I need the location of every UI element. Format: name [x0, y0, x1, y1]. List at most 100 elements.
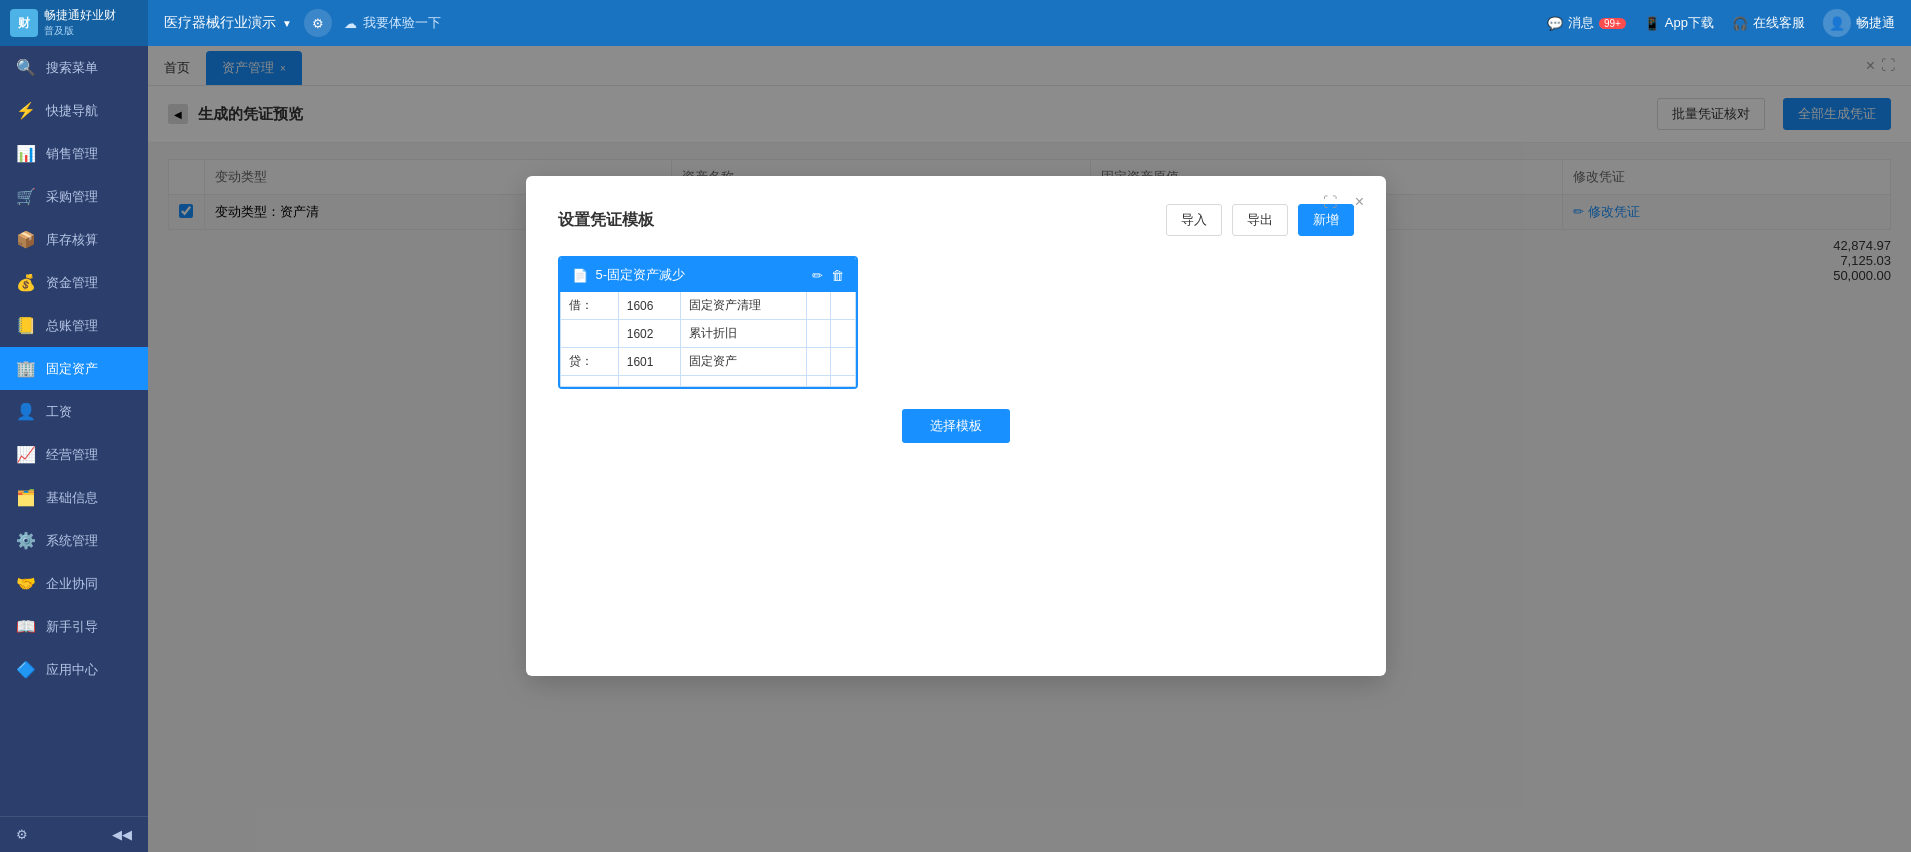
- import-button[interactable]: 导入: [1166, 204, 1222, 236]
- sidebar-item-guide[interactable]: 📖 新手引导: [0, 605, 148, 648]
- close-icon[interactable]: ×: [1348, 190, 1372, 214]
- sidebar-footer: ⚙ ◀◀: [0, 816, 148, 852]
- sidebar-label-inventory: 库存核算: [46, 231, 98, 249]
- user-icon: 👤: [16, 402, 36, 421]
- entry-code: [618, 376, 680, 387]
- export-button[interactable]: 导出: [1232, 204, 1288, 236]
- experience-label: 我要体验一下: [363, 14, 441, 32]
- money-icon: 💰: [16, 273, 36, 292]
- modal-set-template: 设置凭证模板 导入 导出 新增 ⛶ × 📄 5-固定资产减少 ✏ 🗑 借： 16…: [526, 176, 1386, 676]
- experience-button[interactable]: ☁ 我要体验一下: [344, 14, 441, 32]
- entry-credit: [831, 320, 855, 348]
- lightning-icon: ⚡: [16, 101, 36, 120]
- chevron-down-icon: ▼: [282, 18, 292, 29]
- headset-icon: 🎧: [1732, 16, 1748, 31]
- sidebar-label-payroll: 工资: [46, 403, 72, 421]
- entry-debit: [807, 348, 831, 376]
- edit-template-icon[interactable]: ✏: [812, 268, 823, 283]
- sidebar-label-finance: 资金管理: [46, 274, 98, 292]
- logo-sub: 普及版: [44, 24, 116, 38]
- template-card-title: 5-固定资产减少: [596, 266, 686, 284]
- entry-code: 1602: [618, 320, 680, 348]
- gear-icon: ⚙️: [16, 531, 36, 550]
- entry-credit: [831, 348, 855, 376]
- entry-type: [560, 320, 618, 348]
- sidebar-label-enterprise: 企业协同: [46, 575, 98, 593]
- sidebar-item-operations[interactable]: 📈 经营管理: [0, 433, 148, 476]
- modal-header: 设置凭证模板 导入 导出 新增: [558, 204, 1354, 236]
- entry-name: 固定资产清理: [680, 292, 806, 320]
- entry-debit: [807, 292, 831, 320]
- phone-icon: 📱: [1644, 16, 1660, 31]
- topbar-right: 💬 消息 99+ 📱 App下载 🎧 在线客服 👤 畅捷通: [1547, 9, 1911, 37]
- sidebar-item-ledger[interactable]: 📒 总账管理: [0, 304, 148, 347]
- online-service-button[interactable]: 🎧 在线客服: [1732, 14, 1805, 32]
- template-card-header-actions: ✏ 🗑: [812, 268, 844, 283]
- sidebar-item-purchase[interactable]: 🛒 采购管理: [0, 175, 148, 218]
- sidebar-item-payroll[interactable]: 👤 工资: [0, 390, 148, 433]
- avatar: 👤: [1823, 9, 1851, 37]
- chart-icon: 📊: [16, 144, 36, 163]
- message-button[interactable]: 💬 消息 99+: [1547, 14, 1626, 32]
- entry-code: 1606: [618, 292, 680, 320]
- entry-name: 累计折旧: [680, 320, 806, 348]
- sidebar-item-finance[interactable]: 💰 资金管理: [0, 261, 148, 304]
- message-badge: 99+: [1599, 18, 1626, 29]
- entry-debit: [807, 320, 831, 348]
- trending-icon: 📈: [16, 445, 36, 464]
- entry-debit: [807, 376, 831, 387]
- book-icon: 📒: [16, 316, 36, 335]
- logo-icon: 财: [10, 9, 38, 37]
- sidebar-item-system[interactable]: ⚙️ 系统管理: [0, 519, 148, 562]
- sidebar-label-quick-nav: 快捷导航: [46, 102, 98, 120]
- sidebar-item-quick-nav[interactable]: ⚡ 快捷导航: [0, 89, 148, 132]
- handshake-icon: 🤝: [16, 574, 36, 593]
- logo: 财 畅捷通好业财 普及版: [0, 0, 148, 46]
- sidebar-nav: 🔍 搜索菜单 ⚡ 快捷导航 📊 销售管理 🛒 采购管理 📦 库存核算 💰 资金管…: [0, 46, 148, 816]
- app-download-button[interactable]: 📱 App下载: [1644, 14, 1714, 32]
- sidebar-item-enterprise[interactable]: 🤝 企业协同: [0, 562, 148, 605]
- sidebar-label-fixed-assets: 固定资产: [46, 360, 98, 378]
- sidebar-label-ledger: 总账管理: [46, 317, 98, 335]
- message-label: 消息: [1568, 14, 1594, 32]
- template-entry-row-empty: [560, 376, 855, 387]
- sidebar-settings-icon[interactable]: ⚙: [16, 827, 28, 842]
- online-service-label: 在线客服: [1753, 14, 1805, 32]
- template-card: 📄 5-固定资产减少 ✏ 🗑 借： 1606 固定资产清理 1602: [558, 256, 858, 389]
- entry-credit: [831, 292, 855, 320]
- template-entries-table: 借： 1606 固定资产清理 1602 累计折旧 贷： 1601 固定资产: [560, 292, 856, 387]
- sidebar-collapse-icon[interactable]: ◀◀: [112, 827, 132, 842]
- entry-code: 1601: [618, 348, 680, 376]
- logo-name: 畅捷通好业财: [44, 8, 116, 24]
- sidebar-item-app-center[interactable]: 🔷 应用中心: [0, 648, 148, 691]
- company-name: 医疗器械行业演示: [164, 14, 276, 32]
- settings-icon[interactable]: ⚙: [304, 9, 332, 37]
- document-icon: 📄: [572, 268, 588, 283]
- sidebar-item-search[interactable]: 🔍 搜索菜单: [0, 46, 148, 89]
- sidebar-item-base-info[interactable]: 🗂️ 基础信息: [0, 476, 148, 519]
- entry-name: [680, 376, 806, 387]
- sidebar-item-sales[interactable]: 📊 销售管理: [0, 132, 148, 175]
- template-entry-row: 贷： 1601 固定资产: [560, 348, 855, 376]
- template-card-header: 📄 5-固定资产减少 ✏ 🗑: [560, 258, 856, 292]
- folder-icon: 🗂️: [16, 488, 36, 507]
- user-menu[interactable]: 👤 畅捷通: [1823, 9, 1895, 37]
- building-icon: 🏢: [16, 359, 36, 378]
- sidebar-item-inventory[interactable]: 📦 库存核算: [0, 218, 148, 261]
- company-selector[interactable]: 医疗器械行业演示 ▼: [164, 14, 292, 32]
- app-download-label: App下载: [1665, 14, 1714, 32]
- sidebar-label-base-info: 基础信息: [46, 489, 98, 507]
- sidebar-label-app-center: 应用中心: [46, 661, 98, 679]
- sidebar-label-system: 系统管理: [46, 532, 98, 550]
- maximize-icon[interactable]: ⛶: [1318, 190, 1342, 214]
- delete-template-icon[interactable]: 🗑: [831, 268, 844, 283]
- select-template-button[interactable]: 选择模板: [902, 409, 1010, 443]
- cart-icon: 🛒: [16, 187, 36, 206]
- cloud-icon: ☁: [344, 16, 357, 31]
- sidebar-item-fixed-assets[interactable]: 🏢 固定资产: [0, 347, 148, 390]
- entry-type: 贷：: [560, 348, 618, 376]
- entry-name: 固定资产: [680, 348, 806, 376]
- entry-credit: [831, 376, 855, 387]
- search-icon: 🔍: [16, 58, 36, 77]
- diamond-icon: 🔷: [16, 660, 36, 679]
